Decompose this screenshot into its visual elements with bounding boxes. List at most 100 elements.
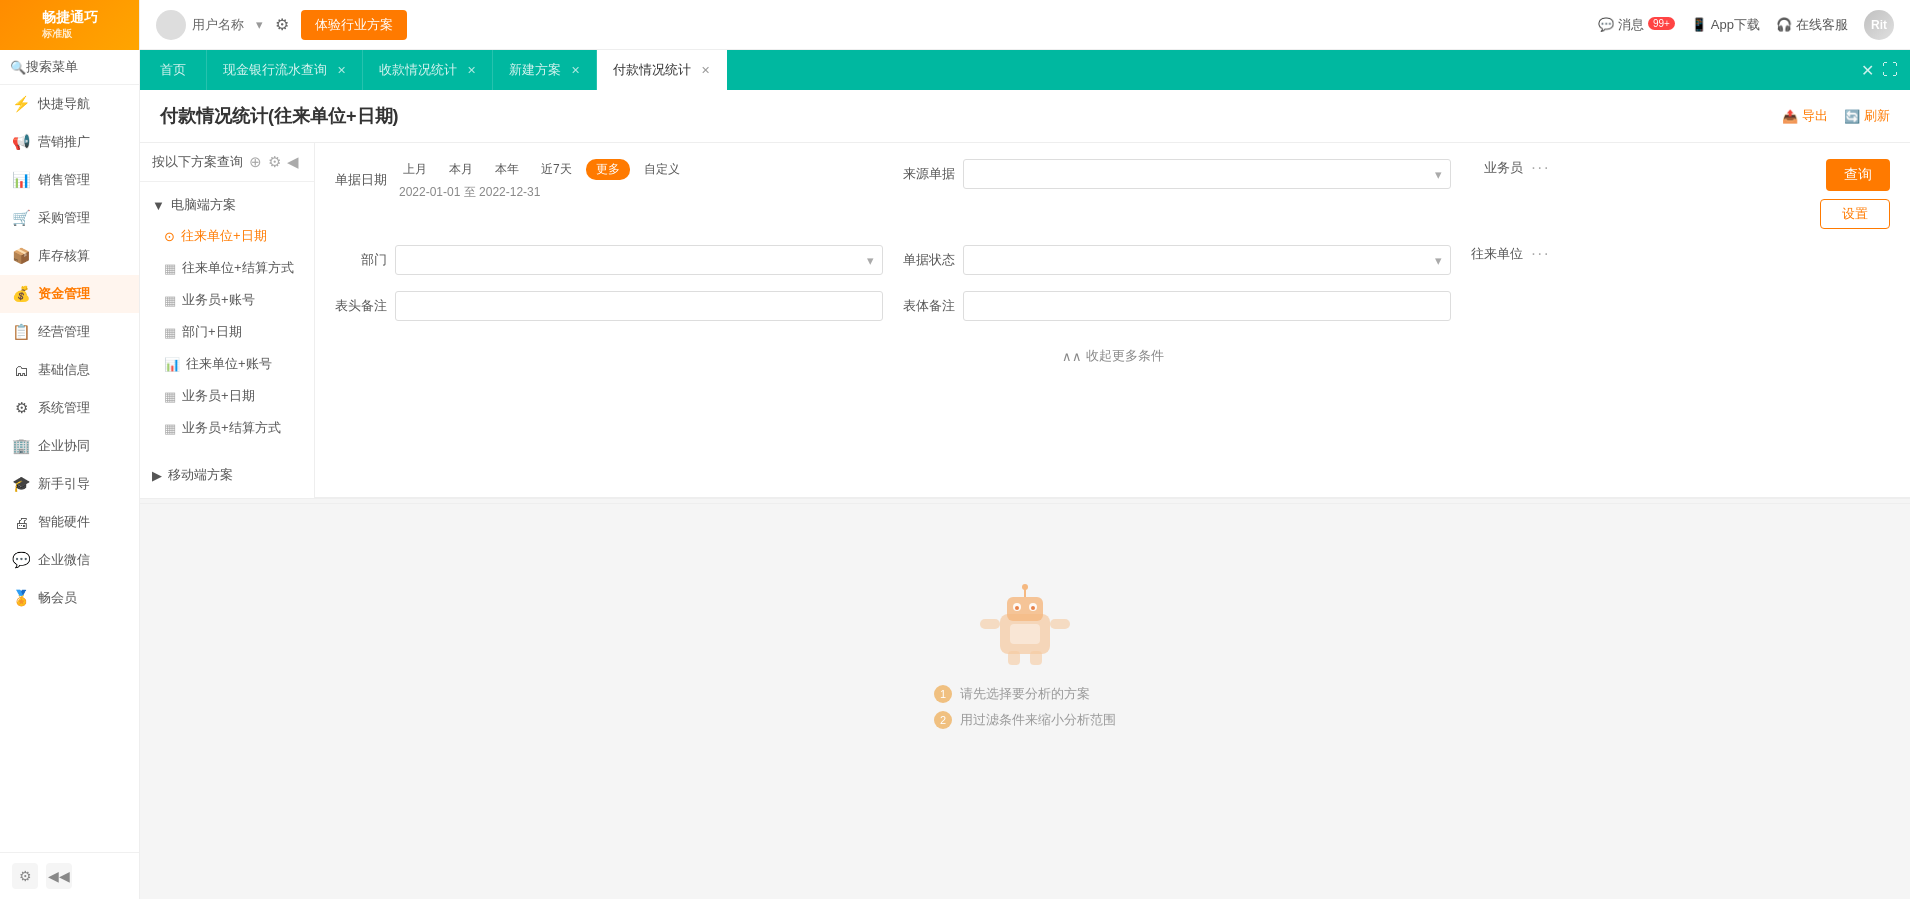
- date-option-this-month[interactable]: 本月: [441, 159, 481, 180]
- sidebar-item-system[interactable]: ⚙ 系统管理: [0, 389, 139, 427]
- page-header: 付款情况统计(往来单位+日期) 📤 导出 🔄 刷新: [140, 90, 1910, 143]
- filter-counterpart: 往来单位 ···: [1471, 245, 1800, 263]
- scheme-settings-btn[interactable]: ⚙: [268, 153, 281, 171]
- counterpart-dots[interactable]: ···: [1531, 245, 1550, 263]
- vip-label: 畅会员: [38, 589, 77, 607]
- bill-status-select[interactable]: [963, 245, 1451, 275]
- sidebar-item-wechat[interactable]: 💬 企业微信: [0, 541, 139, 579]
- bill-status-label: 单据状态: [903, 251, 955, 269]
- sidebar-item-hardware[interactable]: 🖨 智能硬件: [0, 503, 139, 541]
- tab-new-scheme[interactable]: 新建方案✕: [493, 50, 597, 90]
- trial-btn[interactable]: 体验行业方案: [301, 10, 407, 40]
- online-service-label: 在线客服: [1796, 16, 1848, 34]
- sidebar-item-sales[interactable]: 📊 销售管理: [0, 161, 139, 199]
- messages-btn[interactable]: 💬 消息 99+: [1598, 16, 1675, 34]
- hardware-icon: 🖨: [12, 513, 30, 531]
- app-download-btn[interactable]: 📱 App下载: [1691, 16, 1760, 34]
- section-chevron-mobile: ▶: [152, 468, 162, 483]
- section-label-mobile: 移动端方案: [168, 466, 233, 484]
- filter-table-body-note: 表体备注: [903, 291, 1451, 321]
- sidebar-item-marketing[interactable]: 📢 营销推广: [0, 123, 139, 161]
- sidebar-item-purchase[interactable]: 🛒 采购管理: [0, 199, 139, 237]
- sidebar-item-operations[interactable]: 📋 经营管理: [0, 313, 139, 351]
- close-payment-stats-btn[interactable]: ✕: [701, 64, 710, 77]
- collapse-scheme-btn[interactable]: ◀: [287, 153, 299, 171]
- export-btn[interactable]: 📤 导出: [1782, 107, 1828, 125]
- salesman-settlement-scheme-label: 业务员+结算方式: [182, 419, 281, 437]
- scheme-item-counterpart-account[interactable]: 📊 往来单位+账号: [140, 348, 314, 380]
- sidebar-collapse-btn[interactable]: ◀◀: [46, 863, 72, 889]
- dept-label: 部门: [335, 251, 387, 269]
- date-option-custom[interactable]: 自定义: [636, 159, 688, 180]
- sidebar-item-enterprise[interactable]: 🏢 企业协同: [0, 427, 139, 465]
- dept-select[interactable]: [395, 245, 883, 275]
- close-tab-btn[interactable]: ✕: [1861, 61, 1874, 80]
- enterprise-label: 企业协同: [38, 437, 90, 455]
- table-header-note-label: 表头备注: [335, 297, 387, 315]
- topbar-gear-icon[interactable]: ⚙: [275, 15, 289, 34]
- table-body-note-input[interactable]: [963, 291, 1451, 321]
- sidebar-item-capital[interactable]: 💰 资金管理: [0, 275, 139, 313]
- sidebar-item-basic-info[interactable]: 🗂 基础信息: [0, 351, 139, 389]
- search-menu[interactable]: 🔍 搜索菜单: [0, 50, 139, 85]
- sidebar-item-inventory[interactable]: 📦 库存核算: [0, 237, 139, 275]
- date-option-this-year[interactable]: 本年: [487, 159, 527, 180]
- basic-info-icon: 🗂: [12, 361, 30, 379]
- guide-icon: 🎓: [12, 475, 30, 493]
- online-service-btn[interactable]: 🎧 在线客服: [1776, 16, 1848, 34]
- date-option-last-7-days[interactable]: 近7天: [533, 159, 580, 180]
- tip-text-2: 用过滤条件来缩小分析范围: [960, 711, 1116, 729]
- user-avatar[interactable]: Rit: [1864, 10, 1894, 40]
- date-option-last-month[interactable]: 上月: [395, 159, 435, 180]
- tab-collection-stats[interactable]: 收款情况统计✕: [363, 50, 493, 90]
- refresh-btn[interactable]: 🔄 刷新: [1844, 107, 1890, 125]
- scheme-item-dept-date[interactable]: ▦ 部门+日期: [140, 316, 314, 348]
- collapse-more-btn[interactable]: ∧∧ 收起更多条件: [335, 337, 1890, 375]
- sidebar-item-vip[interactable]: 🏅 畅会员: [0, 579, 139, 617]
- empty-tip-2: 2 用过滤条件来缩小分析范围: [934, 711, 1116, 729]
- sales-label: 销售管理: [38, 171, 90, 189]
- operations-icon: 📋: [12, 323, 30, 341]
- close-new-scheme-btn[interactable]: ✕: [571, 64, 580, 77]
- sidebar-item-guide[interactable]: 🎓 新手引导: [0, 465, 139, 503]
- query-button-col: 查询 设置: [1820, 159, 1890, 229]
- source-bill-select[interactable]: [963, 159, 1451, 189]
- date-option-more[interactable]: 更多: [586, 159, 630, 180]
- empty-illustration: [975, 579, 1075, 669]
- profile-dropdown-icon[interactable]: [256, 17, 263, 32]
- salesman-dots[interactable]: ···: [1531, 159, 1550, 177]
- tab-cash-flow[interactable]: 现金银行流水查询✕: [207, 50, 363, 90]
- system-icon: ⚙: [12, 399, 30, 417]
- settings-btn[interactable]: 设置: [1820, 199, 1890, 229]
- table-header-note-input[interactable]: [395, 291, 883, 321]
- counterpart-account-scheme-icon: 📊: [164, 357, 180, 372]
- scheme-item-counterpart-date[interactable]: ⊙ 往来单位+日期: [140, 220, 314, 252]
- sidebar-item-quick-nav[interactable]: ⚡ 快捷导航: [0, 85, 139, 123]
- add-scheme-btn[interactable]: ⊕: [249, 153, 262, 171]
- counterpart-label: 往来单位: [1471, 245, 1523, 263]
- counterpart-date-scheme-icon: ⊙: [164, 229, 175, 244]
- salesman-settlement-scheme-icon: ▦: [164, 421, 176, 436]
- tab-payment-stats-label: 付款情况统计: [613, 61, 691, 79]
- purchase-icon: 🛒: [12, 209, 30, 227]
- scheme-item-counterpart-settlement[interactable]: ▦ 往来单位+结算方式: [140, 252, 314, 284]
- svg-rect-10: [1008, 651, 1020, 665]
- salesman-date-scheme-icon: ▦: [164, 389, 176, 404]
- salesman-label: 业务员: [1471, 159, 1523, 177]
- sidebar-settings-btn[interactable]: ⚙: [12, 863, 38, 889]
- scheme-item-salesman-settlement[interactable]: ▦ 业务员+结算方式: [140, 412, 314, 444]
- query-btn[interactable]: 查询: [1826, 159, 1890, 191]
- tab-home[interactable]: 首页: [140, 50, 207, 90]
- refresh-label: 刷新: [1864, 107, 1890, 125]
- maximize-btn[interactable]: ⛶: [1882, 61, 1898, 79]
- scheme-item-salesman-account[interactable]: ▦ 业务员+账号: [140, 284, 314, 316]
- tabbar-actions: ✕ ⛶: [1861, 61, 1910, 80]
- scheme-item-salesman-date[interactable]: ▦ 业务员+日期: [140, 380, 314, 412]
- tab-payment-stats[interactable]: 付款情况统计 ✕: [597, 50, 727, 90]
- page-header-actions: 📤 导出 🔄 刷新: [1782, 107, 1890, 125]
- scheme-section-header-pc[interactable]: ▼ 电脑端方案: [140, 190, 314, 220]
- close-collection-stats-btn[interactable]: ✕: [467, 64, 476, 77]
- close-cash-flow-btn[interactable]: ✕: [337, 64, 346, 77]
- topbar-profile[interactable]: 用户名称: [156, 10, 244, 40]
- scheme-section-header-mobile[interactable]: ▶ 移动端方案: [140, 460, 314, 490]
